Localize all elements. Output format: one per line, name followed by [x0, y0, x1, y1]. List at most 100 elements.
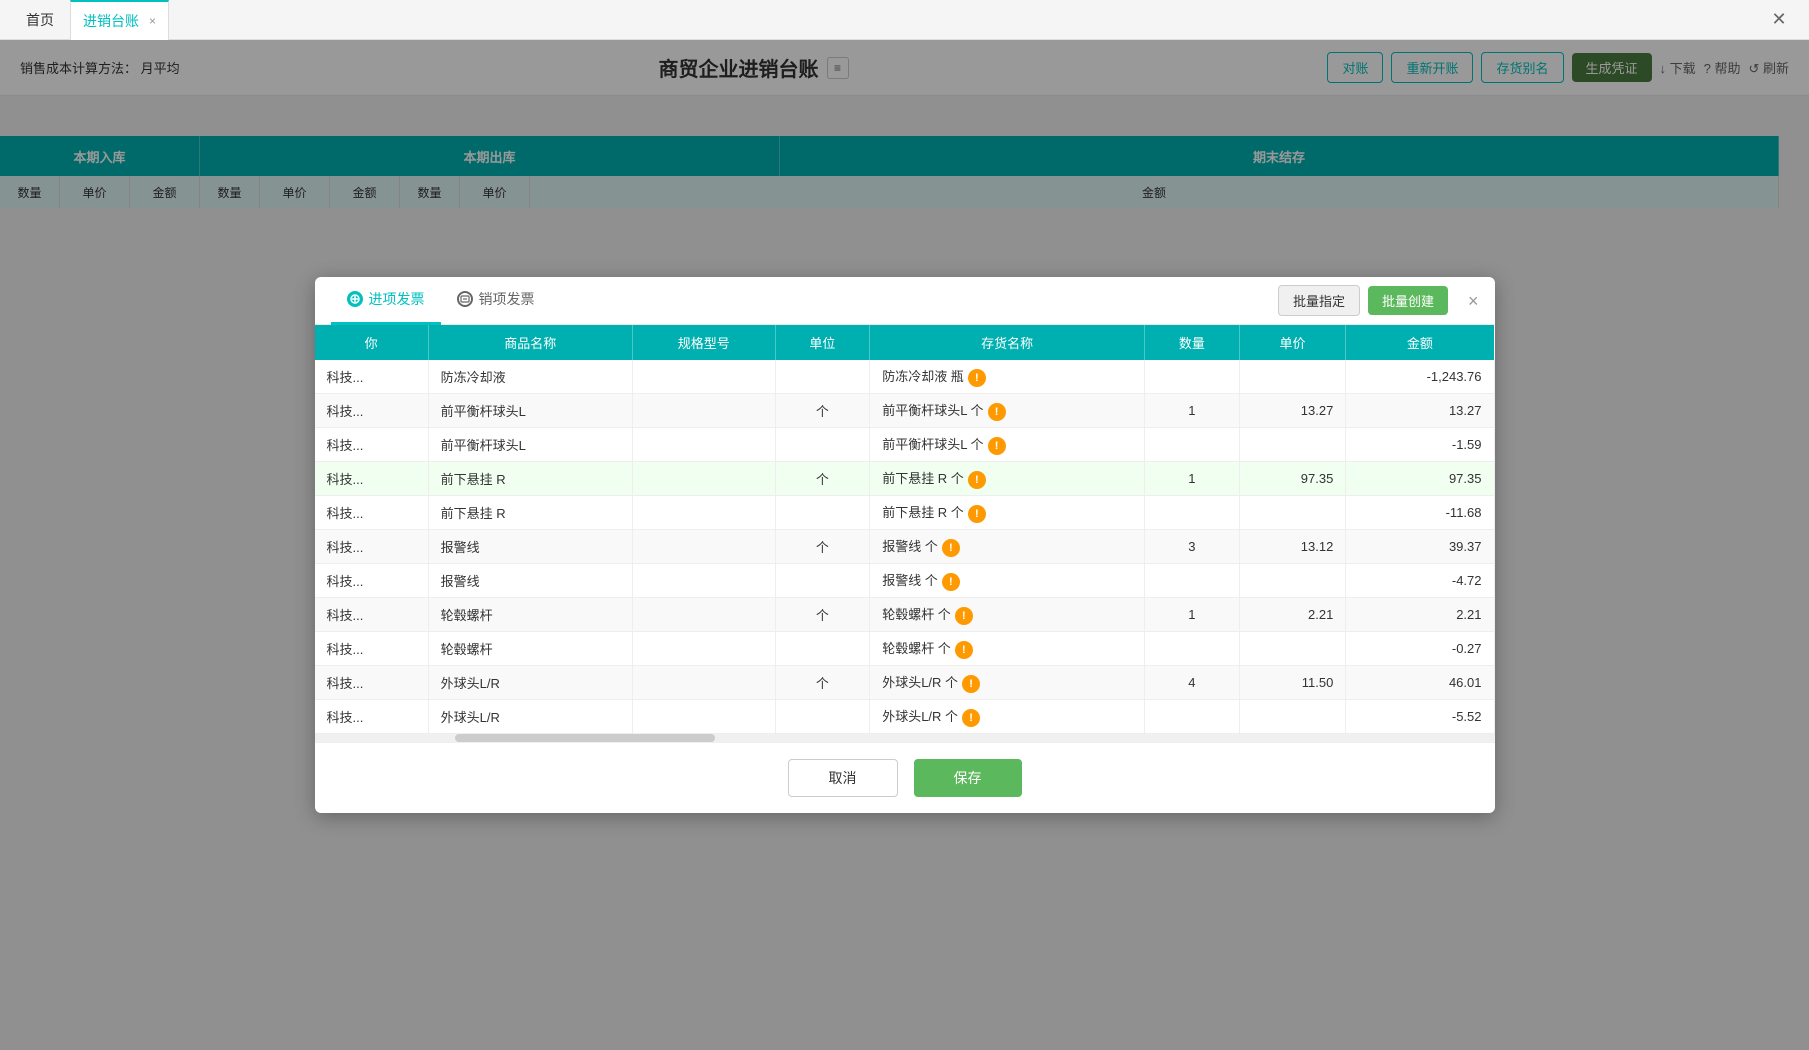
dialog-table-wrapper: 你 商品名称 规格型号 单位 存货名称 数量 单价 金额 科技...防冻冷却液防…: [315, 325, 1495, 734]
cell-company: 科技...: [315, 598, 429, 632]
cell-unit-price: 11.50: [1239, 666, 1346, 700]
cell-unit-price: [1239, 360, 1346, 394]
cell-spec: [632, 666, 775, 700]
warning-icon: !: [942, 573, 960, 591]
tab-home[interactable]: 首页: [10, 0, 70, 40]
cell-spec: [632, 700, 775, 734]
warning-icon: !: [962, 675, 980, 693]
cell-inventory: 轮毂螺杆 个!: [870, 632, 1145, 666]
warning-icon: !: [988, 437, 1006, 455]
cell-qty: [1145, 564, 1240, 598]
cell-product: 外球头L/R: [428, 700, 632, 734]
cell-amount: 97.35: [1346, 462, 1494, 496]
cell-unit: [775, 700, 870, 734]
cell-company: 科技...: [315, 632, 429, 666]
cell-spec: [632, 598, 775, 632]
cell-spec: [632, 564, 775, 598]
cell-inventory: 外球头L/R 个!: [870, 666, 1145, 700]
cell-product: 外球头L/R: [428, 666, 632, 700]
cell-unit-price: 2.21: [1239, 598, 1346, 632]
cell-company: 科技...: [315, 428, 429, 462]
cell-company: 科技...: [315, 360, 429, 394]
cell-spec: [632, 428, 775, 462]
dialog-footer: 取消 保存: [315, 742, 1495, 813]
dialog-header-right: 批量指定 批量创建 ×: [1278, 285, 1479, 316]
cell-amount: 46.01: [1346, 666, 1494, 700]
cell-inventory: 前下悬挂 R 个!: [870, 462, 1145, 496]
cell-product: 前下悬挂 R: [428, 462, 632, 496]
table-row: 科技...外球头L/R个外球头L/R 个!411.5046.01: [315, 666, 1495, 700]
cell-amount: -1,243.76: [1346, 360, 1494, 394]
cell-spec: [632, 394, 775, 428]
cell-spec: [632, 496, 775, 530]
cell-unit: 个: [775, 462, 870, 496]
cancel-button[interactable]: 取消: [788, 759, 898, 797]
invoice-table: 你 商品名称 规格型号 单位 存货名称 数量 单价 金额 科技...防冻冷却液防…: [315, 325, 1495, 734]
cell-unit-price: [1239, 700, 1346, 734]
cell-unit: [775, 632, 870, 666]
overlay: 进项发票 销项发票 批量指定 批量创建 ×: [0, 40, 1809, 1050]
cell-company: 科技...: [315, 462, 429, 496]
table-row: 科技...前下悬挂 R前下悬挂 R 个!-11.68: [315, 496, 1495, 530]
cell-unit-price: 13.12: [1239, 530, 1346, 564]
cell-qty: 1: [1145, 462, 1240, 496]
cell-amount: -11.68: [1346, 496, 1494, 530]
table-row: 科技...防冻冷却液 防冻冷却液 瓶! -1,243.76: [315, 360, 1495, 394]
warning-icon: !: [962, 709, 980, 727]
window-close-button[interactable]: ✕: [1759, 0, 1799, 40]
dialog-close-button[interactable]: ×: [1468, 292, 1479, 310]
col-header-unit-price: 单价: [1239, 325, 1346, 360]
cell-unit: [775, 360, 870, 394]
warning-icon: !: [942, 539, 960, 557]
tab-active[interactable]: 进销台账 ×: [70, 0, 169, 40]
warning-icon: !: [988, 403, 1006, 421]
table-row: 科技...前平衡杆球头L个前平衡杆球头L 个!113.2713.27: [315, 394, 1495, 428]
cell-unit-price: [1239, 496, 1346, 530]
cell-product: 前平衡杆球头L: [428, 394, 632, 428]
save-button[interactable]: 保存: [914, 759, 1022, 797]
cell-product: 轮毂螺杆: [428, 598, 632, 632]
top-bar-right: ✕: [1759, 0, 1799, 40]
table-row: 科技...前下悬挂 R个前下悬挂 R 个!197.3597.35: [315, 462, 1495, 496]
col-header-amount: 金额: [1346, 325, 1494, 360]
cell-inventory: 防冻冷却液 瓶!: [870, 360, 1145, 394]
cell-product: 防冻冷却液: [428, 360, 632, 394]
cell-unit-price: [1239, 632, 1346, 666]
cell-unit-price: [1239, 428, 1346, 462]
batch-assign-button[interactable]: 批量指定: [1278, 285, 1360, 316]
cell-company: 科技...: [315, 564, 429, 598]
cell-unit-price: [1239, 564, 1346, 598]
cell-inventory: 外球头L/R 个!: [870, 700, 1145, 734]
cell-company: 科技...: [315, 666, 429, 700]
tab-inbound-invoice[interactable]: 进项发票: [331, 277, 441, 325]
table-row: 科技...报警线报警线 个!-4.72: [315, 564, 1495, 598]
warning-icon: !: [968, 471, 986, 489]
cell-inventory: 前平衡杆球头L 个!: [870, 394, 1145, 428]
tab-close-icon[interactable]: ×: [149, 1, 156, 41]
cell-unit: [775, 496, 870, 530]
top-bar: 首页 进销台账 × ✕: [0, 0, 1809, 40]
batch-create-button[interactable]: 批量创建: [1368, 286, 1448, 315]
warning-icon: !: [955, 607, 973, 625]
cell-qty: 3: [1145, 530, 1240, 564]
cell-qty: 1: [1145, 394, 1240, 428]
col-header-company: 你: [315, 325, 429, 360]
cell-unit-price: 97.35: [1239, 462, 1346, 496]
dialog-scroll-area: [315, 734, 1495, 742]
cell-product: 轮毂螺杆: [428, 632, 632, 666]
col-header-inventory: 存货名称: [870, 325, 1145, 360]
cell-qty: [1145, 700, 1240, 734]
col-header-spec: 规格型号: [632, 325, 775, 360]
tab-outbound-invoice[interactable]: 销项发票: [441, 277, 551, 325]
cell-spec: [632, 530, 775, 564]
cell-qty: [1145, 428, 1240, 462]
cell-amount: -5.52: [1346, 700, 1494, 734]
table-header-row: 你 商品名称 规格型号 单位 存货名称 数量 单价 金额: [315, 325, 1495, 360]
cell-spec: [632, 632, 775, 666]
cell-inventory: 轮毂螺杆 个!: [870, 598, 1145, 632]
warning-icon: !: [968, 369, 986, 387]
dialog-scrollbar[interactable]: [455, 734, 715, 742]
cell-qty: [1145, 632, 1240, 666]
cell-qty: [1145, 360, 1240, 394]
col-header-product: 商品名称: [428, 325, 632, 360]
